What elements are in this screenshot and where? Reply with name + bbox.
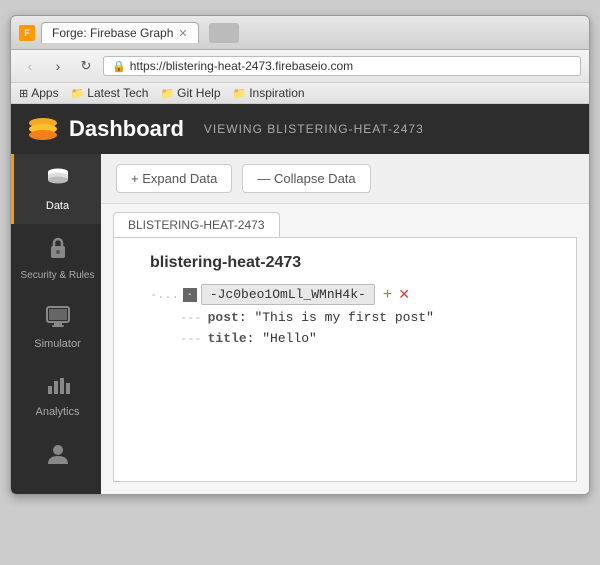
tree-node-root: -... - -Jc0beo1OmLl_WMnH4k- + ✕ <box>130 282 560 307</box>
post-key: post <box>208 310 239 325</box>
app-body: Data Security & Rules <box>11 154 589 494</box>
tab-title: Forge: Firebase Graph <box>52 26 173 40</box>
root-node-label: blistering-heat-2473 <box>130 254 560 272</box>
title-value: "Hello" <box>262 331 317 346</box>
back-button[interactable]: ‹ <box>19 55 41 77</box>
browser-titlebar: F Forge: Firebase Graph ✕ <box>11 16 589 50</box>
git-help-folder-icon: 📁 <box>160 87 174 100</box>
browser-favicon: F <box>19 25 35 41</box>
address-bar[interactable]: 🔒 https://blistering-heat-2473.firebasei… <box>103 56 581 76</box>
add-child-icon[interactable]: + <box>383 286 392 304</box>
post-colon: : <box>239 310 255 325</box>
data-panel: blistering-heat-2473 -... - -Jc0beo1OmLl… <box>113 237 577 482</box>
simulator-icon <box>46 306 70 334</box>
sidebar-item-user[interactable] <box>11 430 101 484</box>
title-connector: --- <box>180 332 202 346</box>
reload-button[interactable]: ↻ <box>75 55 97 77</box>
app-logo: Dashboard <box>27 113 184 145</box>
tree-key-label[interactable]: -Jc0beo1OmLl_WMnH4k- <box>201 284 375 305</box>
browser-toolbar: ‹ › ↻ 🔒 https://blistering-heat-2473.fir… <box>11 50 589 83</box>
sidebar-item-security[interactable]: Security & Rules <box>11 224 101 294</box>
apps-icon: ⊞ <box>19 87 28 100</box>
title-property: title: "Hello" <box>208 331 317 346</box>
sidebar-item-analytics[interactable]: Analytics <box>11 362 101 430</box>
user-icon <box>46 442 70 472</box>
bookmark-latest-tech[interactable]: 📁 Latest Tech <box>71 86 149 100</box>
browser-tab[interactable]: Forge: Firebase Graph ✕ <box>41 22 199 43</box>
forward-button[interactable]: › <box>47 55 69 77</box>
sidebar-simulator-label: Simulator <box>34 338 80 350</box>
main-content: + Expand Data — Collapse Data BLISTERING… <box>101 154 589 494</box>
expand-data-button[interactable]: + Expand Data <box>116 164 232 193</box>
new-tab-area <box>209 23 239 43</box>
logo-icon <box>27 113 59 145</box>
bookmark-inspiration[interactable]: 📁 Inspiration <box>233 86 305 100</box>
latest-tech-folder-icon: 📁 <box>71 87 85 100</box>
tab-bar: BLISTERING-HEAT-2473 <box>101 204 589 237</box>
title-colon: : <box>247 331 263 346</box>
bookmark-git-help[interactable]: 📁 Git Help <box>160 86 220 100</box>
sidebar-item-data[interactable]: Data <box>11 154 101 224</box>
app-header: Dashboard VIEWING BLISTERING-HEAT-2473 <box>11 104 589 154</box>
data-icon <box>46 166 70 196</box>
post-property: post: "This is my first post" <box>208 310 434 325</box>
sidebar: Data Security & Rules <box>11 154 101 494</box>
data-tab-label: BLISTERING-HEAT-2473 <box>128 218 265 232</box>
tree-child-title: --- title: "Hello" <box>180 328 560 349</box>
tree-child-post: --- post: "This is my first post" <box>180 307 560 328</box>
sidebar-security-label: Security & Rules <box>21 270 95 282</box>
logo-text: Dashboard <box>69 116 184 142</box>
post-value: "This is my first post" <box>254 310 433 325</box>
tree-children: --- post: "This is my first post" --- ti… <box>130 307 560 349</box>
toolbar-bar: + Expand Data — Collapse Data <box>101 154 589 204</box>
collapse-data-button[interactable]: — Collapse Data <box>242 164 370 193</box>
bookmark-apps-label: Apps <box>31 86 58 100</box>
security-icon <box>47 236 69 266</box>
bookmark-inspiration-label: Inspiration <box>249 86 304 100</box>
sidebar-item-simulator[interactable]: Simulator <box>11 294 101 362</box>
collapse-icon[interactable]: - <box>183 288 197 302</box>
data-tab-blistering[interactable]: BLISTERING-HEAT-2473 <box>113 212 280 237</box>
bookmark-latest-tech-label: Latest Tech <box>87 86 148 100</box>
ssl-icon: 🔒 <box>112 60 126 73</box>
delete-node-icon[interactable]: ✕ <box>396 286 412 303</box>
address-text: https://blistering-heat-2473.firebaseio.… <box>130 59 353 73</box>
bookmark-apps[interactable]: ⊞ Apps <box>19 86 59 100</box>
sidebar-data-label: Data <box>46 200 69 212</box>
bookmark-git-help-label: Git Help <box>177 86 220 100</box>
sidebar-analytics-label: Analytics <box>35 406 79 418</box>
post-connector: --- <box>180 311 202 325</box>
title-key: title <box>208 331 247 346</box>
bookmarks-bar: ⊞ Apps 📁 Latest Tech 📁 Git Help 📁 Inspir… <box>11 83 589 104</box>
analytics-icon <box>46 374 70 402</box>
inspiration-folder-icon: 📁 <box>233 87 247 100</box>
browser-window: F Forge: Firebase Graph ✕ ‹ › ↻ 🔒 https:… <box>10 15 590 495</box>
app-subtitle: VIEWING BLISTERING-HEAT-2473 <box>204 122 424 136</box>
tab-close-icon[interactable]: ✕ <box>178 27 187 40</box>
app-container: Dashboard VIEWING BLISTERING-HEAT-2473 <box>11 104 589 494</box>
dash-connector: -... <box>150 288 179 302</box>
